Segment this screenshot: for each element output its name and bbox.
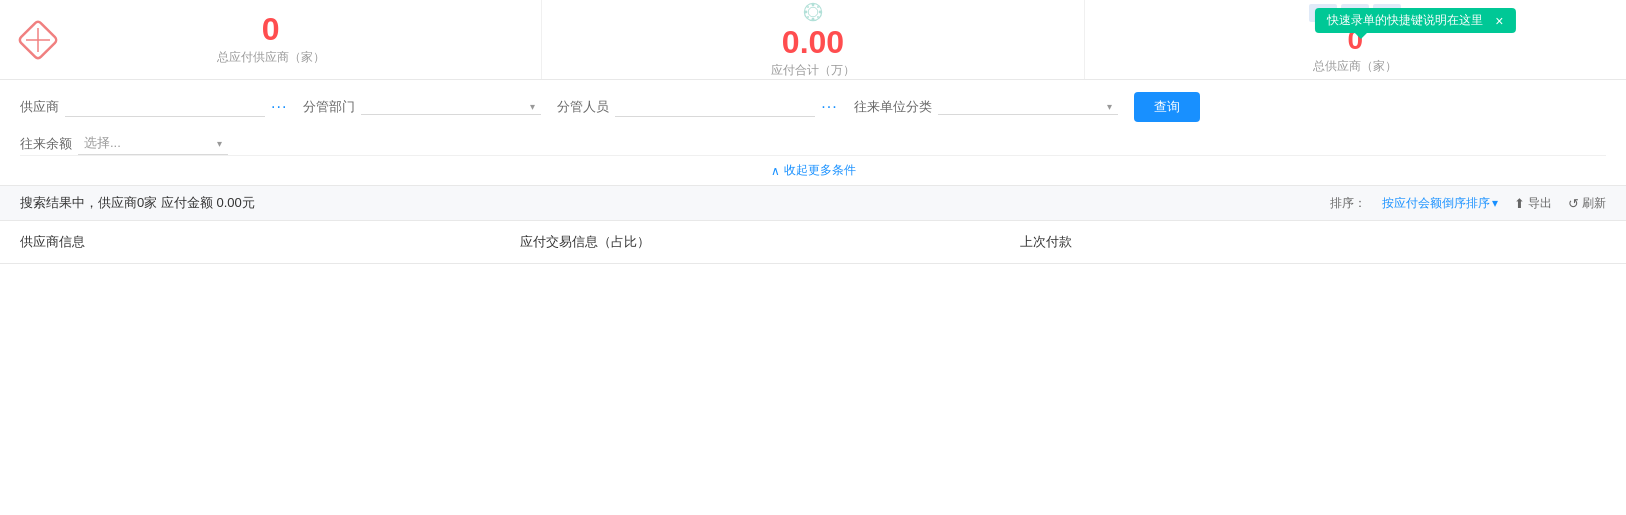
col-last-payment-header: 上次付款 xyxy=(1020,233,1606,251)
col-transaction-info-header: 应付交易信息（占比） xyxy=(520,233,1020,251)
dept-label: 分管部门 xyxy=(303,98,355,116)
result-actions: 排序： 按应付会额倒序排序 ▾ ⬆ 导出 ↺ 刷新 xyxy=(1330,195,1606,212)
refresh-label: 刷新 xyxy=(1582,195,1606,212)
filter-supplier: 供应商 ··· xyxy=(20,97,287,117)
unit-class-label: 往来单位分类 xyxy=(854,98,932,116)
supplier-label: 供应商 xyxy=(20,98,59,116)
table-header: 供应商信息 应付交易信息（占比） 上次付款 xyxy=(0,221,1626,264)
sort-option-text: 按应付会额倒序排序 xyxy=(1382,195,1490,212)
col-supplier-info-header: 供应商信息 xyxy=(20,233,520,251)
filter-balance: 往来余额 选择... ▾ xyxy=(20,132,228,155)
collapse-label: 收起更多条件 xyxy=(784,162,856,179)
table-body xyxy=(0,264,1626,515)
svg-point-5 xyxy=(812,3,815,6)
balance-select[interactable]: 选择... ▾ xyxy=(78,132,228,155)
svg-point-4 xyxy=(808,7,818,17)
collapse-button[interactable]: ∧ 收起更多条件 xyxy=(771,162,856,179)
stat-block-total-suppliers: 快速录单的快捷键说明在这里 × 0 总供应商（家） xyxy=(1085,0,1626,79)
payable-suppliers-number: 0 xyxy=(262,13,280,45)
filter-unit-class: 往来单位分类 ▾ xyxy=(854,98,1118,116)
stat-block-payable-suppliers: 0 总应付供应商（家） xyxy=(0,0,542,79)
sort-prefix-label: 排序： xyxy=(1330,195,1366,212)
filter-row-1: 供应商 ··· 分管部门 ▾ 分管人员 ··· 往来单位分类 ▾ xyxy=(20,92,1606,122)
tooltip-close-button[interactable]: × xyxy=(1495,13,1503,29)
stat-block-payable-total: 0.00 应付合计（万） xyxy=(542,0,1084,79)
payable-total-label: 应付合计（万） xyxy=(771,62,855,79)
svg-point-11 xyxy=(807,16,809,18)
collapse-up-icon: ∧ xyxy=(771,164,780,178)
refresh-button[interactable]: ↺ 刷新 xyxy=(1568,195,1606,212)
supplier-dots[interactable]: ··· xyxy=(271,98,287,116)
diamond-icon xyxy=(16,18,60,62)
svg-point-9 xyxy=(807,6,809,8)
payable-suppliers-label: 总应付供应商（家） xyxy=(217,49,325,66)
svg-point-12 xyxy=(817,6,819,8)
tooltip-banner: 快速录单的快捷键说明在这里 × xyxy=(1315,8,1515,33)
dept-chevron-down-icon: ▾ xyxy=(530,101,535,112)
filter-person: 分管人员 ··· xyxy=(557,97,837,117)
payable-total-number: 0.00 xyxy=(782,26,844,58)
balance-label: 往来余额 xyxy=(20,135,72,153)
sort-select[interactable]: 按应付会额倒序排序 ▾ xyxy=(1382,195,1498,212)
dept-select[interactable]: ▾ xyxy=(361,99,541,115)
filter-dept: 分管部门 ▾ xyxy=(303,98,541,116)
person-dots[interactable]: ··· xyxy=(821,98,837,116)
unit-class-select[interactable]: ▾ xyxy=(938,99,1118,115)
top-stats-bar: 0 总应付供应商（家） 0.00 应付合计（万） 快速录单的快捷键说明在这里 × xyxy=(0,0,1626,80)
supplier-input[interactable] xyxy=(65,97,265,117)
result-info-text: 搜索结果中，供应商0家 应付金额 0.00元 xyxy=(20,194,255,212)
total-suppliers-label: 总供应商（家） xyxy=(1313,58,1397,75)
person-label: 分管人员 xyxy=(557,98,609,116)
tooltip-text: 快速录单的快捷键说明在这里 xyxy=(1327,12,1483,29)
result-bar: 搜索结果中，供应商0家 应付金额 0.00元 排序： 按应付会额倒序排序 ▾ ⬆… xyxy=(0,186,1626,221)
query-button[interactable]: 查询 xyxy=(1134,92,1200,122)
filter-bar: 供应商 ··· 分管部门 ▾ 分管人员 ··· 往来单位分类 ▾ xyxy=(0,80,1626,186)
svg-point-7 xyxy=(804,11,807,14)
svg-point-8 xyxy=(819,11,822,14)
unit-class-chevron-down-icon: ▾ xyxy=(1107,101,1112,112)
balance-chevron-down-icon: ▾ xyxy=(217,138,222,149)
balance-placeholder: 选择... xyxy=(84,134,213,152)
person-input[interactable] xyxy=(615,97,815,117)
export-label: 导出 xyxy=(1528,195,1552,212)
export-icon: ⬆ xyxy=(1514,196,1525,211)
svg-point-10 xyxy=(817,16,819,18)
candy-icon xyxy=(788,0,838,24)
refresh-icon: ↺ xyxy=(1568,196,1579,211)
sort-chevron-down-icon: ▾ xyxy=(1492,196,1498,210)
export-button[interactable]: ⬆ 导出 xyxy=(1514,195,1552,212)
filter-row-2: 往来余额 选择... ▾ xyxy=(20,132,1606,155)
svg-point-6 xyxy=(812,18,815,21)
collapse-row: ∧ 收起更多条件 xyxy=(20,155,1606,185)
